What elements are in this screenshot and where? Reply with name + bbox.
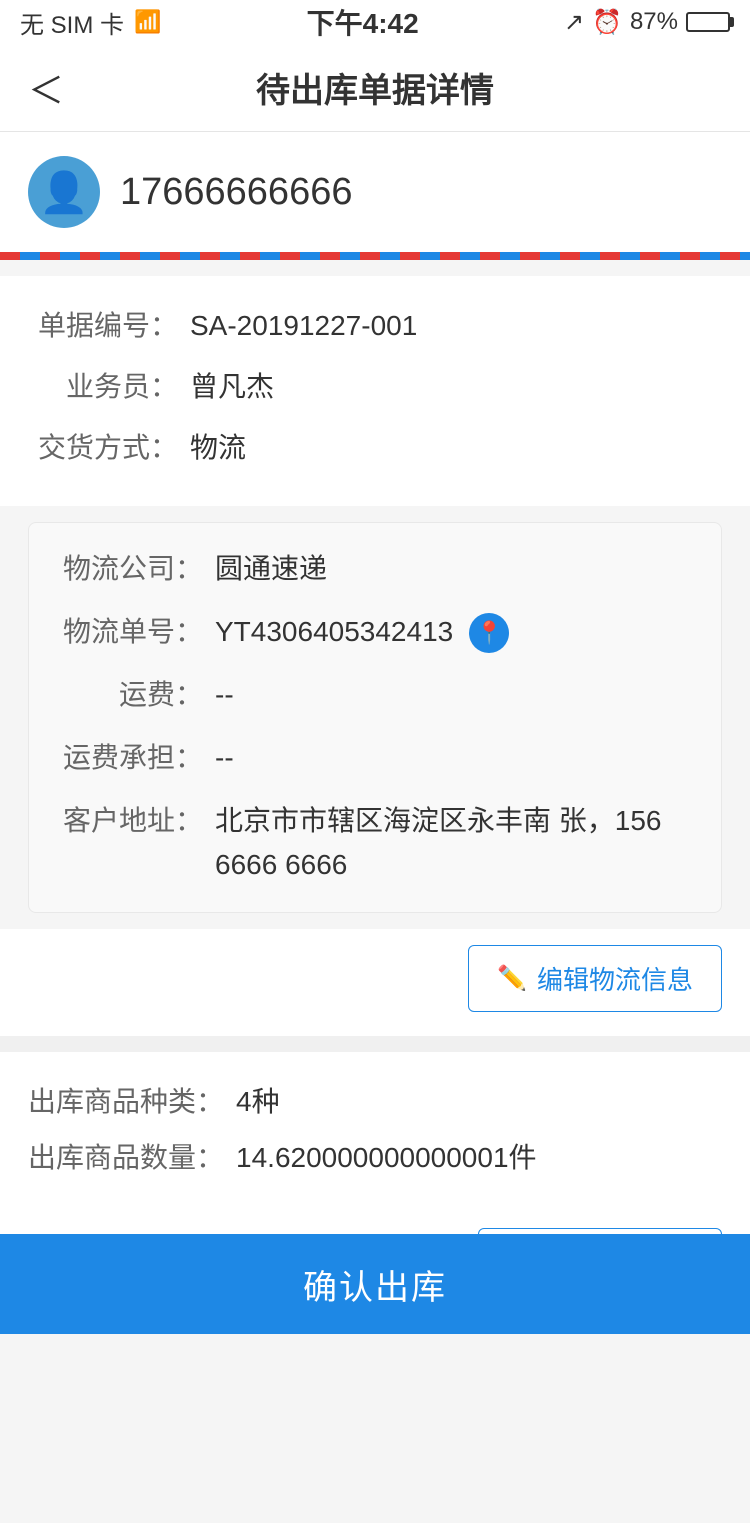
order-no-label: 单据编号：	[28, 304, 178, 349]
freight-bearer-value: --	[215, 736, 697, 781]
wifi-icon: 📶	[134, 9, 161, 35]
alarm-icon: ⏰	[592, 8, 622, 37]
status-time: 下午4:42	[307, 2, 419, 42]
bottom-space	[0, 1323, 750, 1523]
delivery-value: 物流	[190, 426, 722, 471]
battery-percent: 87%	[630, 8, 678, 36]
address-value: 北京市市辖区海淀区永丰南 张，156 6666 6666	[215, 799, 697, 889]
delivery-label: 交货方式：	[28, 426, 178, 471]
tracking-location-icon[interactable]: 📍	[469, 613, 509, 653]
freight-row: 运费： --	[53, 673, 697, 718]
delivery-row: 交货方式： 物流	[28, 426, 722, 471]
sales-person-label: 业务员：	[28, 365, 178, 410]
sales-person-row: 业务员： 曾凡杰	[28, 365, 722, 410]
logistics-card: 物流公司： 圆通速递 物流单号： YT4306405342413 📍 运费： -…	[28, 522, 722, 913]
logistics-company-row: 物流公司： 圆通速递	[53, 547, 697, 592]
order-info-section: 单据编号： SA-20191227-001 业务员： 曾凡杰 交货方式： 物流	[0, 276, 750, 506]
section-divider	[0, 1036, 750, 1052]
dashed-divider	[0, 252, 750, 260]
goods-quantity-label: 出库商品数量：	[28, 1136, 224, 1176]
order-no-value: SA-20191227-001	[190, 304, 722, 349]
page-title: 待出库单据详情	[256, 63, 494, 112]
logistics-company-label: 物流公司：	[53, 547, 203, 592]
goods-section: 出库商品种类： 4种 出库商品数量： 14.620000000000001件	[0, 1052, 750, 1212]
edit-logistics-label: 编辑物流信息	[537, 960, 693, 997]
address-row: 客户地址： 北京市市辖区海淀区永丰南 张，156 6666 6666	[53, 799, 697, 889]
edit-icon: ✏️	[497, 964, 527, 993]
tracking-value: YT4306405342413	[215, 610, 453, 655]
goods-quantity-row: 出库商品数量： 14.620000000000001件	[28, 1136, 722, 1176]
tracking-row: 物流单号： YT4306405342413 📍	[53, 610, 697, 655]
tracking-label: 物流单号：	[53, 610, 203, 655]
confirm-btn-container: 确认出库	[0, 1234, 750, 1334]
customer-header: 👤 17666666666	[0, 132, 750, 252]
edit-logistics-button[interactable]: ✏️ 编辑物流信息	[468, 945, 722, 1012]
edit-logistics-container: ✏️ 编辑物流信息	[0, 929, 750, 1036]
freight-value: --	[215, 673, 697, 718]
map-pin-icon: 📍	[476, 615, 503, 650]
avatar: 👤	[28, 156, 100, 228]
order-no-row: 单据编号： SA-20191227-001	[28, 304, 722, 349]
status-left: 无 SIM 卡 📶	[20, 5, 161, 40]
goods-quantity-value: 14.620000000000001件	[236, 1136, 537, 1176]
sales-person-value: 曾凡杰	[190, 365, 722, 410]
tracking-container: YT4306405342413 📍	[203, 610, 509, 655]
nav-bar: ＜ 待出库单据详情	[0, 44, 750, 132]
carrier-text: 无 SIM 卡	[20, 5, 124, 40]
battery-icon	[686, 12, 730, 32]
goods-types-row: 出库商品种类： 4种	[28, 1080, 722, 1120]
freight-label: 运费：	[53, 673, 203, 718]
location-status-icon: ↗	[564, 8, 584, 37]
goods-types-value: 4种	[236, 1080, 280, 1120]
status-right: ↗ ⏰ 87%	[564, 8, 730, 37]
goods-types-label: 出库商品种类：	[28, 1080, 224, 1120]
person-icon: 👤	[39, 169, 89, 216]
back-button[interactable]: ＜	[28, 62, 64, 114]
customer-phone: 17666666666	[120, 171, 352, 214]
logistics-company-value: 圆通速递	[215, 547, 697, 592]
address-label: 客户地址：	[53, 799, 203, 844]
freight-bearer-row: 运费承担： --	[53, 736, 697, 781]
confirm-button[interactable]: 确认出库	[0, 1234, 750, 1334]
status-bar: 无 SIM 卡 📶 下午4:42 ↗ ⏰ 87%	[0, 0, 750, 44]
freight-bearer-label: 运费承担：	[53, 736, 203, 781]
